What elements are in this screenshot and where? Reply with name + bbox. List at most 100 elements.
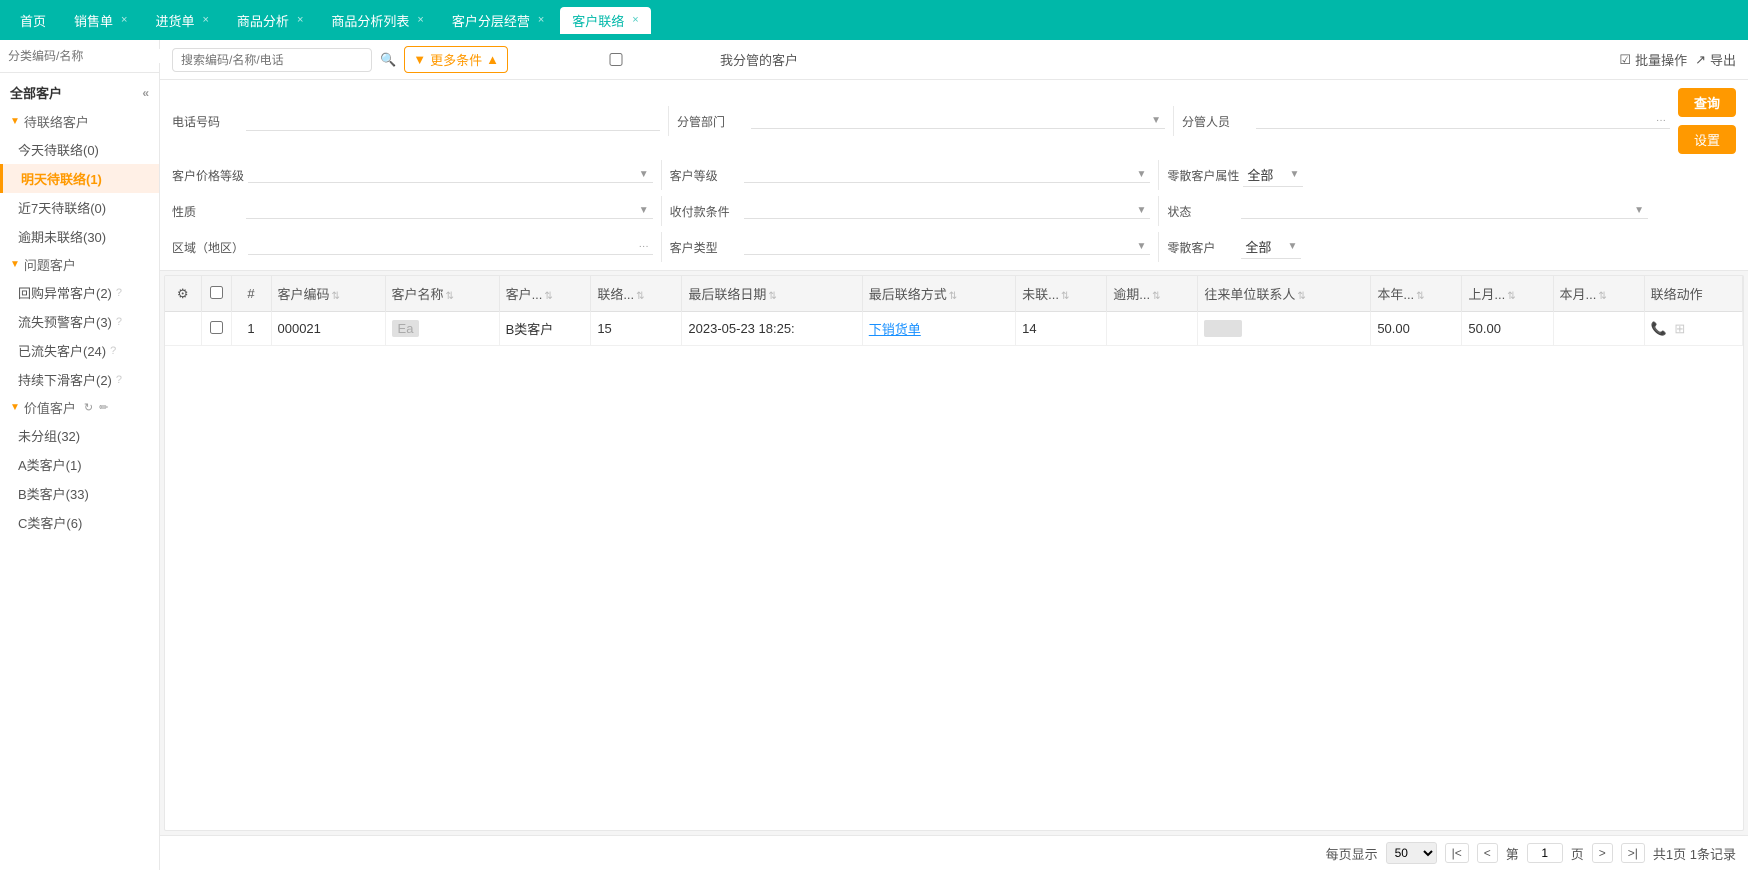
row-action[interactable]: 📞 ⊞ <box>1644 312 1742 346</box>
nav-sales-close[interactable]: × <box>121 14 127 26</box>
sidebar-item-tomorrow[interactable]: 明天待联络(1) <box>0 164 159 193</box>
adv-row-3: 性质 ▼ 收付款条件 ▼ 状态 <box>172 196 1736 226</box>
nav-goods-analysis-list-close[interactable]: × <box>417 14 423 26</box>
row-select[interactable] <box>210 321 223 334</box>
sidebar-search-bar: 🔍 <box>0 40 159 73</box>
col-unit-contacts[interactable]: 往来单位联系人⇅ <box>1198 276 1371 312</box>
sidebar-item-class-a[interactable]: A类客户(1) <box>0 450 159 479</box>
col-last-date[interactable]: 最后联络日期⇅ <box>682 276 862 312</box>
sidebar-item-churned[interactable]: 已流失客户(24) ? <box>0 336 159 365</box>
col-code[interactable]: 客户编码⇅ <box>271 276 385 312</box>
nav-goods-analysis[interactable]: 商品分析 × <box>225 7 315 34</box>
next-page-btn[interactable]: > <box>1592 843 1613 863</box>
adv-price-level-select[interactable]: ▼ <box>248 167 653 183</box>
sidebar-item-declining[interactable]: 持续下滑客户(2) ? <box>0 365 159 394</box>
sidebar-item-ungrouped[interactable]: 未分组(32) <box>0 421 159 450</box>
query-button[interactable]: 查询 <box>1678 88 1736 117</box>
row-type: B类客户 <box>499 312 591 346</box>
adv-cust-level-label: 客户等级 <box>670 167 740 184</box>
row-last-method[interactable]: 下销货单 <box>862 312 1015 346</box>
adv-scatter-cust-select[interactable]: 全部 ▼ <box>1241 235 1301 259</box>
sidebar-item-class-b[interactable]: B类客户(33) <box>0 479 159 508</box>
adv-row-1: 电话号码 分管部门 ▼ 分管人员 ··· <box>172 88 1736 154</box>
prev-page-btn[interactable]: < <box>1477 843 1498 863</box>
row-action-phone[interactable]: 📞 <box>1651 321 1667 336</box>
row-name[interactable]: Ea <box>385 312 499 346</box>
adv-scatter-cust-label: 零散客户 <box>1167 239 1237 256</box>
sidebar-all-customers[interactable]: 全部客户 « <box>0 77 159 108</box>
nav-purchase-close[interactable]: × <box>202 14 208 26</box>
adv-payment-select[interactable]: ▼ <box>744 203 1151 219</box>
col-last-month[interactable]: 上月...⇅ <box>1462 276 1553 312</box>
adv-cust-type-select[interactable]: ▼ <box>744 239 1151 255</box>
nav-home[interactable]: 首页 <box>8 7 58 34</box>
adv-person-select[interactable]: ··· <box>1256 113 1670 129</box>
adv-dept-select[interactable]: ▼ <box>751 113 1165 129</box>
set-button[interactable]: 设置 <box>1678 125 1736 154</box>
row-checkbox[interactable] <box>201 312 231 346</box>
adv-scatter-attr-select[interactable]: 全部 ▼ <box>1243 163 1303 187</box>
nav-customer-segment[interactable]: 客户分层经营 × <box>440 7 556 34</box>
col-gear[interactable]: ⚙ <box>165 276 201 312</box>
sidebar-item-overdue[interactable]: 逾期未联络(30) <box>0 222 159 251</box>
nav-purchase[interactable]: 进货单 × <box>143 7 220 34</box>
last-page-btn[interactable]: >| <box>1621 843 1645 863</box>
col-type[interactable]: 客户...⇅ <box>499 276 591 312</box>
adv-region-select[interactable]: ··· <box>248 239 653 255</box>
value-edit-icon[interactable]: ✏ <box>99 401 108 414</box>
my-customers-check[interactable] <box>516 53 716 66</box>
adv-field-cust-type: 客户类型 ▼ <box>670 239 1151 256</box>
nav-customer-segment-close[interactable]: × <box>538 14 544 26</box>
value-refresh-icon[interactable]: ↻ <box>84 401 93 414</box>
sidebar-pending-tri: ▼ <box>10 116 20 127</box>
adv-cust-level-select[interactable]: ▼ <box>744 167 1151 183</box>
row-code[interactable]: 000021 <box>271 312 385 346</box>
first-page-btn[interactable]: |< <box>1445 843 1469 863</box>
search-icon[interactable]: 🔍 <box>380 52 396 68</box>
adv-field-phone: 电话号码 <box>172 112 660 131</box>
adv-region-label: 区域（地区） <box>172 239 244 256</box>
per-page-select[interactable]: 50 100 200 <box>1386 842 1437 864</box>
export-icon: ↗ <box>1695 52 1706 68</box>
sidebar-item-7days[interactable]: 近7天待联络(0) <box>0 193 159 222</box>
col-contacts[interactable]: 联络...⇅ <box>591 276 682 312</box>
adv-status-select[interactable]: ▼ <box>1241 203 1648 219</box>
nav-goods-analysis-close[interactable]: × <box>297 14 303 26</box>
col-name[interactable]: 客户名称⇅ <box>385 276 499 312</box>
row-last-month: 50.00 <box>1462 312 1553 346</box>
export-btn[interactable]: ↗ 导出 <box>1695 50 1736 69</box>
nav-customer-contact-close[interactable]: × <box>632 14 638 26</box>
help-icon-churned: ? <box>110 345 116 357</box>
col-uncontacted[interactable]: 未联...⇅ <box>1016 276 1107 312</box>
search-input[interactable] <box>172 48 372 72</box>
nav-customer-contact[interactable]: 客户联络 × <box>560 7 650 34</box>
adv-phone-input[interactable] <box>246 112 660 131</box>
col-last-method[interactable]: 最后联络方式⇅ <box>862 276 1015 312</box>
sidebar-pending-title: ▼ 待联络客户 <box>0 108 159 135</box>
sidebar-item-class-c[interactable]: C类客户(6) <box>0 508 159 537</box>
col-this-month[interactable]: 本月...⇅ <box>1553 276 1644 312</box>
sidebar-search-input[interactable] <box>8 49 163 63</box>
row-action-more[interactable]: ⊞ <box>1674 321 1685 336</box>
select-all-checkbox[interactable] <box>210 286 223 299</box>
sidebar-value-title: ▼ 价值客户 ↻ ✏ <box>0 394 159 421</box>
adv-status-label: 状态 <box>1167 203 1237 220</box>
help-icon-churn-warn: ? <box>116 316 122 328</box>
adv-field-status: 状态 ▼ <box>1167 203 1648 220</box>
adv-divider-4 <box>1158 160 1159 190</box>
chevron-up-icon: ▲ <box>486 52 499 67</box>
adv-nature-select[interactable]: ▼ <box>246 203 653 219</box>
sidebar-item-churn-warn[interactable]: 流失预警客户(3) ? <box>0 307 159 336</box>
nav-goods-analysis-list[interactable]: 商品分析列表 × <box>319 7 435 34</box>
col-this-year[interactable]: 本年...⇅ <box>1371 276 1462 312</box>
col-overdue[interactable]: 逾期...⇅ <box>1107 276 1198 312</box>
page-input[interactable] <box>1527 843 1563 863</box>
nav-sales[interactable]: 销售单 × <box>62 7 139 34</box>
total-records: 共1页 1条记录 <box>1653 844 1736 863</box>
more-conditions-btn[interactable]: ▼ 更多条件 ▲ <box>404 46 508 73</box>
adv-btn-group: 查询 设置 <box>1678 88 1736 154</box>
sidebar-item-today[interactable]: 今天待联络(0) <box>0 135 159 164</box>
batch-op-btn[interactable]: ☑ 批量操作 <box>1619 50 1687 69</box>
sidebar-item-abnormal[interactable]: 回购异常客户(2) ? <box>0 278 159 307</box>
my-customers-checkbox[interactable]: 我分管的客户 <box>516 50 798 69</box>
